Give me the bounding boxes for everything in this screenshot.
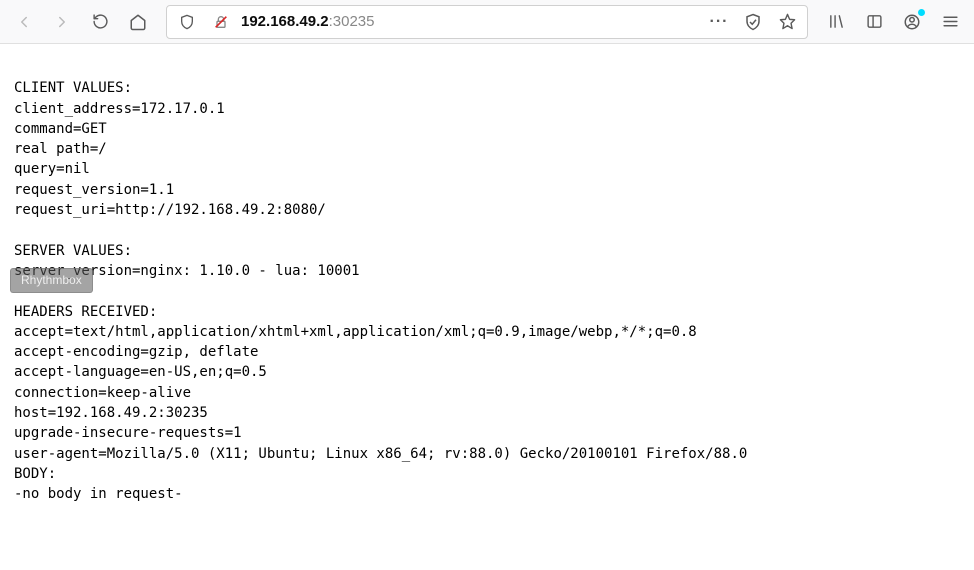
query-line: query=nil bbox=[14, 161, 90, 177]
host-line: host=192.168.49.2:30235 bbox=[14, 405, 208, 421]
forward-button[interactable] bbox=[46, 6, 78, 38]
user-agent-line: user-agent=Mozilla/5.0 (X11; Ubuntu; Lin… bbox=[14, 446, 747, 462]
reload-button[interactable] bbox=[84, 6, 116, 38]
accept-encoding-line: accept-encoding=gzip, deflate bbox=[14, 344, 258, 360]
url-text[interactable]: 192.168.49.2:30235 bbox=[241, 13, 699, 30]
browser-toolbar: 192.168.49.2:30235 ··· bbox=[0, 0, 974, 44]
page-content: CLIENT VALUES: client_address=172.17.0.1… bbox=[0, 44, 974, 539]
server-version-line: server_version=nginx: 1.10.0 - lua: 1000… bbox=[14, 263, 360, 279]
accept-line: accept=text/html,application/xhtml+xml,a… bbox=[14, 324, 697, 340]
back-button[interactable] bbox=[8, 6, 40, 38]
bookmark-star-icon[interactable] bbox=[773, 8, 801, 36]
library-icon[interactable] bbox=[820, 6, 852, 38]
request-uri-line: request_uri=http://192.168.49.2:8080/ bbox=[14, 202, 326, 218]
body-empty-line: -no body in request- bbox=[14, 486, 183, 502]
accept-language-line: accept-language=en-US,en;q=0.5 bbox=[14, 364, 267, 380]
request-version-line: request_version=1.1 bbox=[14, 182, 174, 198]
url-port: :30235 bbox=[329, 13, 375, 30]
sidebar-icon[interactable] bbox=[858, 6, 890, 38]
menu-icon[interactable] bbox=[934, 6, 966, 38]
section-client-values: CLIENT VALUES: bbox=[14, 80, 132, 96]
client-address-line: client_address=172.17.0.1 bbox=[14, 101, 225, 117]
command-line: command=GET bbox=[14, 121, 107, 137]
page-actions-icon[interactable]: ··· bbox=[705, 8, 733, 36]
insecure-lock-icon[interactable] bbox=[207, 8, 235, 36]
connection-line: connection=keep-alive bbox=[14, 385, 191, 401]
real-path-line: real path=/ bbox=[14, 141, 107, 157]
section-server-values: SERVER VALUES: bbox=[14, 243, 132, 259]
url-bar[interactable]: 192.168.49.2:30235 ··· bbox=[166, 5, 808, 39]
upgrade-insecure-line: upgrade-insecure-requests=1 bbox=[14, 425, 242, 441]
shield-icon[interactable] bbox=[173, 8, 201, 36]
section-body: BODY: bbox=[14, 466, 56, 482]
reader-mode-icon[interactable] bbox=[739, 8, 767, 36]
home-button[interactable] bbox=[122, 6, 154, 38]
url-host: 192.168.49.2 bbox=[241, 13, 329, 30]
account-icon[interactable] bbox=[896, 6, 928, 38]
section-headers: HEADERS RECEIVED: bbox=[14, 304, 157, 320]
